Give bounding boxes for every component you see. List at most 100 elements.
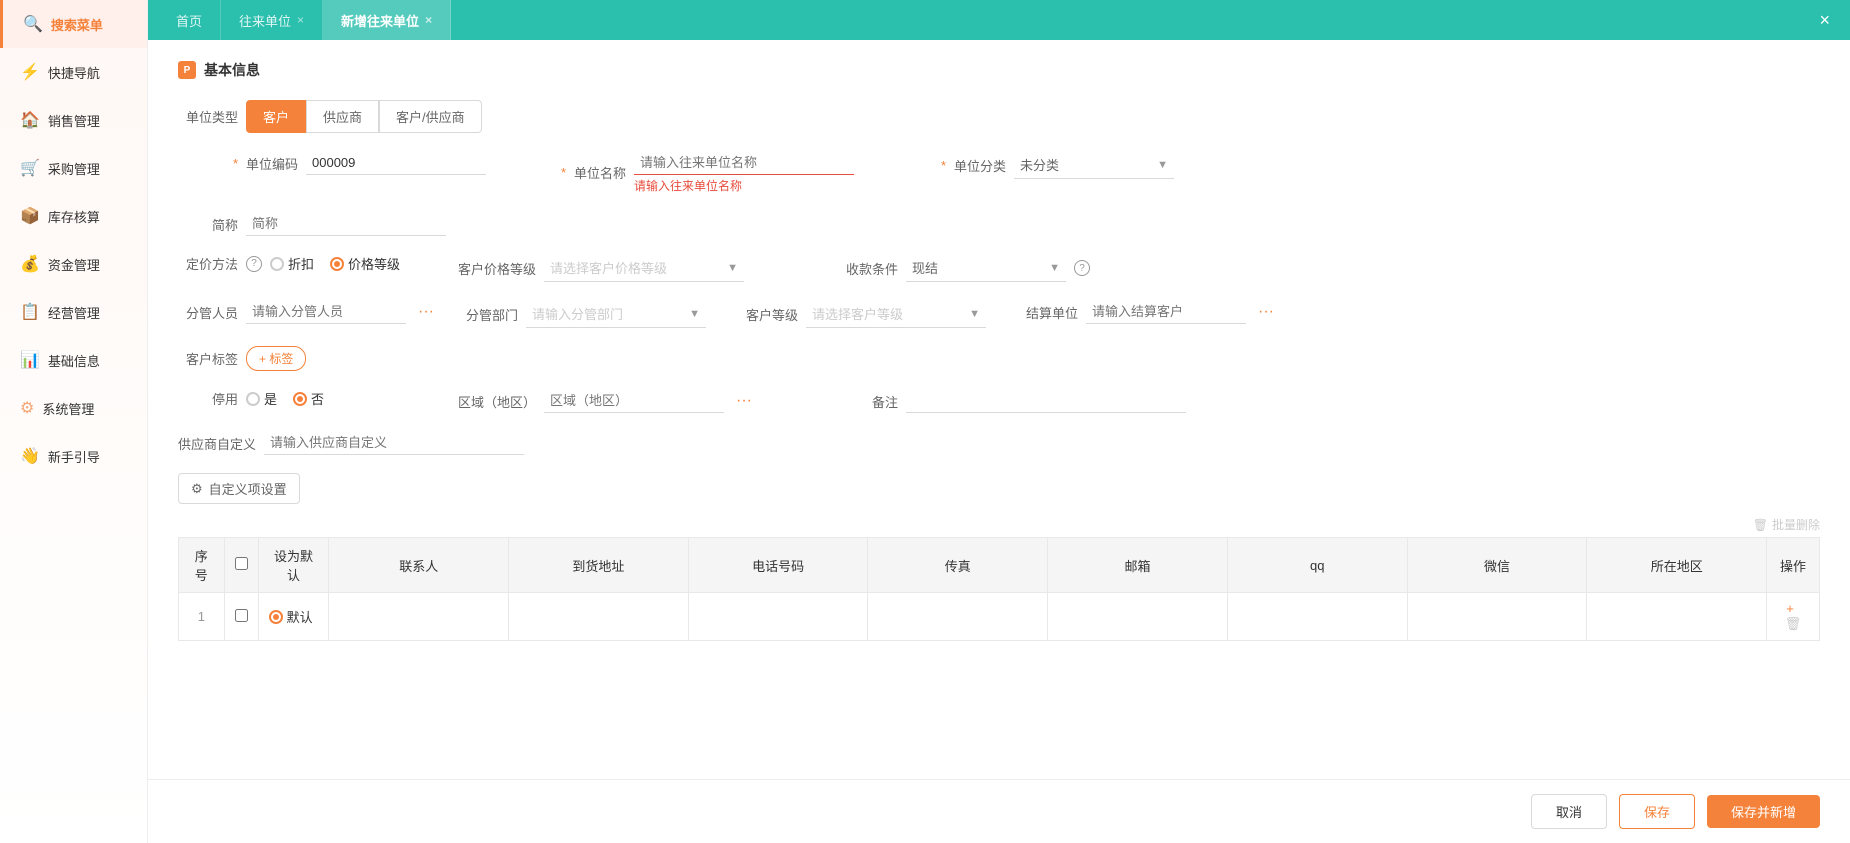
col-default: 设为默认	[258, 538, 329, 593]
pricing-level-dot	[334, 261, 340, 267]
disabled-no-dot	[297, 396, 303, 402]
customer-level-select[interactable]: 请选择客户等级 ▼	[806, 300, 986, 328]
contact-input[interactable]	[339, 609, 498, 624]
pricing-level-option[interactable]: 价格等级	[330, 254, 400, 273]
sidebar-item-basicinfo[interactable]: 📊 基础信息	[0, 336, 147, 384]
phone-input[interactable]	[699, 609, 858, 624]
cell-contact[interactable]	[329, 593, 509, 641]
unit-name-error: 请输入往来单位名称	[634, 177, 854, 194]
sidebar-label-operations: 经营管理	[48, 303, 100, 322]
tab-new-partner[interactable]: 新增往来单位 ×	[323, 0, 451, 40]
save-and-new-button[interactable]: 保存并新增	[1707, 795, 1820, 828]
tab-partners[interactable]: 往来单位 ×	[221, 0, 323, 40]
unit-code-input[interactable]	[306, 151, 486, 175]
remark-input[interactable]	[906, 389, 1186, 413]
disabled-yes-option[interactable]: 是	[246, 389, 277, 408]
sidebar-label-sales: 销售管理	[48, 111, 100, 130]
default-radio[interactable]	[269, 610, 283, 624]
main-area: 首页 往来单位 × 新增往来单位 × × P 基本信息 单位类型 客户 供应商 …	[148, 0, 1850, 843]
cell-action: + 🗑	[1767, 593, 1820, 641]
pricing-level-radio[interactable]	[330, 257, 344, 271]
cell-qq[interactable]	[1227, 593, 1407, 641]
unit-btn-customer[interactable]: 客户	[246, 100, 306, 133]
sidebar-item-purchase[interactable]: 🛒 采购管理	[0, 144, 147, 192]
cell-region[interactable]	[1587, 593, 1767, 641]
sidebar-item-newuser[interactable]: 👋 新手引导	[0, 432, 147, 480]
unit-name-input[interactable]	[634, 151, 854, 175]
default-radio-item[interactable]: 默认	[269, 607, 319, 626]
unit-category-value: 未分类	[1020, 155, 1059, 174]
supplier-custom-input[interactable]	[264, 431, 524, 455]
customer-price-label: 客户价格等级	[458, 259, 536, 278]
select-all-checkbox[interactable]	[235, 557, 248, 570]
cell-address[interactable]	[509, 593, 689, 641]
fax-input[interactable]	[878, 609, 1037, 624]
custom-settings-button[interactable]: ⚙ 自定义项设置	[178, 473, 300, 504]
unit-type-field: 单位类型 客户 供应商 客户/供应商	[178, 100, 482, 133]
cell-checkbox	[224, 593, 258, 641]
settlement-more-btn[interactable]: ···	[1254, 303, 1278, 321]
payment-help-icon[interactable]: ?	[1074, 260, 1090, 276]
manager-input[interactable]	[246, 300, 406, 324]
row-checkbox[interactable]	[235, 609, 248, 622]
department-select[interactable]: 请输入分管部门 ▼	[526, 300, 706, 328]
delete-row-btn[interactable]: 🗑	[1785, 616, 1802, 631]
short-name-input[interactable]	[246, 212, 446, 236]
disabled-no-radio[interactable]	[293, 392, 307, 406]
pricing-method-field: 定价方法 ? 折扣 价格等级	[178, 254, 438, 273]
customer-level-field: 客户等级 请选择客户等级 ▼	[738, 300, 998, 328]
unit-btn-supplier[interactable]: 供应商	[306, 100, 379, 133]
col-action: 操作	[1767, 538, 1820, 593]
supplier-custom-row: 供应商自定义	[178, 431, 1820, 455]
unit-category-required: *	[886, 158, 946, 173]
cell-phone[interactable]	[688, 593, 868, 641]
region-input[interactable]	[544, 389, 724, 413]
wechat-input[interactable]	[1418, 609, 1577, 624]
disabled-yes-label: 是	[264, 389, 277, 408]
sidebar-item-inventory[interactable]: 📦 库存核算	[0, 192, 147, 240]
pricing-help-icon[interactable]: ?	[246, 256, 262, 272]
pricing-discount-option[interactable]: 折扣	[270, 254, 314, 273]
pricing-discount-radio[interactable]	[270, 257, 284, 271]
cell-wechat[interactable]	[1407, 593, 1587, 641]
settlement-input[interactable]	[1086, 300, 1246, 324]
sidebar-item-search[interactable]: 🔍 搜索菜单	[0, 0, 147, 48]
qq-input[interactable]	[1238, 609, 1397, 624]
tab-partners-close[interactable]: ×	[297, 13, 304, 27]
cell-fax[interactable]	[868, 593, 1048, 641]
pricing-radio-group: 折扣 价格等级	[270, 254, 400, 273]
unit-btn-both[interactable]: 客户/供应商	[379, 100, 482, 133]
tab-new-partner-label: 新增往来单位	[341, 11, 419, 30]
sidebar-item-operations[interactable]: 📋 经营管理	[0, 288, 147, 336]
disabled-yes-radio[interactable]	[246, 392, 260, 406]
unit-category-select[interactable]: 未分类 ▼	[1014, 151, 1174, 179]
unit-name-field: * 单位名称 请输入往来单位名称	[506, 151, 866, 194]
finance-icon: 💰	[20, 254, 40, 274]
payment-terms-select[interactable]: 现结 ▼	[906, 254, 1066, 282]
region-more-btn[interactable]: ···	[732, 392, 756, 410]
manager-more-btn[interactable]: ···	[414, 303, 438, 321]
cell-email[interactable]	[1048, 593, 1228, 641]
payment-dropdown-icon: ▼	[1049, 262, 1060, 274]
newuser-icon: 👋	[20, 446, 40, 466]
cancel-button[interactable]: 取消	[1531, 794, 1607, 829]
tab-new-partner-close[interactable]: ×	[425, 13, 432, 27]
close-all-tabs-button[interactable]: ×	[1809, 10, 1840, 31]
disabled-no-option[interactable]: 否	[293, 389, 324, 408]
sidebar-item-quicknav[interactable]: ⚡ 快捷导航	[0, 48, 147, 96]
tags-label: 客户标签	[178, 349, 238, 368]
email-input[interactable]	[1058, 609, 1217, 624]
customer-price-select[interactable]: 请选择客户价格等级 ▼	[544, 254, 744, 282]
purchase-icon: 🛒	[20, 158, 40, 178]
save-button[interactable]: 保存	[1619, 794, 1695, 829]
tab-home[interactable]: 首页	[158, 0, 221, 40]
batch-delete-label[interactable]: 批量删除	[1772, 516, 1820, 533]
add-row-btn[interactable]: +	[1786, 601, 1794, 616]
address-input[interactable]	[519, 609, 678, 624]
section-icon: P	[178, 61, 196, 79]
row-region-input[interactable]	[1597, 609, 1756, 624]
sidebar-item-finance[interactable]: 💰 资金管理	[0, 240, 147, 288]
sidebar-item-sales[interactable]: 🏠 销售管理	[0, 96, 147, 144]
sidebar-item-system[interactable]: ⚙ 系统管理	[0, 384, 147, 432]
add-tag-button[interactable]: + 标签	[246, 346, 306, 371]
